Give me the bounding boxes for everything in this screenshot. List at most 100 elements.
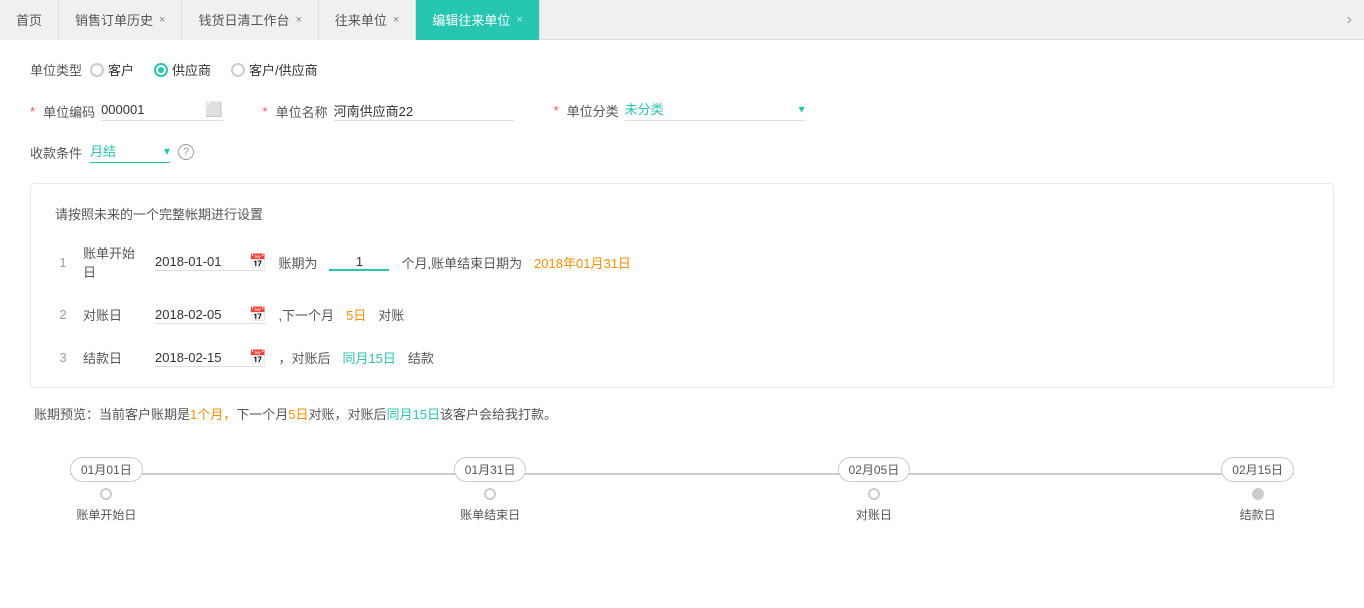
period-month-input[interactable] bbox=[329, 254, 389, 271]
payment-condition-select[interactable]: 月结 ▾ bbox=[90, 141, 170, 163]
tl-label-1: 账单开始日 bbox=[76, 506, 136, 523]
timeline-point-1: 01月01日 账单开始日 bbox=[70, 457, 143, 523]
unit-type-row: 单位类型 客户 供应商 客户/供应商 bbox=[30, 60, 1334, 79]
period-desc-3b: 结款 bbox=[408, 348, 434, 367]
period-row-1: 1 账单开始日 📅 账期为 个月,账单结束日期为 2018年01月31日 bbox=[55, 243, 1309, 281]
tl-badge-3: 02月05日 bbox=[838, 457, 911, 482]
tab-home[interactable]: 首页 bbox=[0, 0, 59, 40]
payment-condition-row: 收款条件 月结 ▾ ? bbox=[30, 141, 1334, 163]
period-desc-2a: ,下一个月 bbox=[278, 305, 334, 324]
unit-name-input[interactable] bbox=[334, 103, 514, 118]
tabs-bar: 首页 销售订单历史 × 钱货日清工作台 × 往来单位 × 编辑往来单位 × › bbox=[0, 0, 1364, 40]
radio-customer-label: 客户 bbox=[108, 60, 134, 79]
tl-label-2: 账单结束日 bbox=[460, 506, 520, 523]
period-end-date-1: 2018年01月31日 bbox=[534, 253, 631, 272]
preview-prefix: 账期预览：当前客户账期是 bbox=[34, 407, 190, 422]
unit-name-field bbox=[334, 103, 514, 121]
tab-cash-work-close[interactable]: × bbox=[295, 14, 301, 26]
preview-part2-highlight: 5日 bbox=[288, 407, 308, 422]
payment-condition-arrow-icon: ▾ bbox=[164, 144, 170, 158]
period-desc-1a: 账期为 bbox=[278, 253, 317, 272]
tab-edit-partner[interactable]: 编辑往来单位 × bbox=[416, 0, 539, 40]
tab-edit-partner-label: 编辑往来单位 bbox=[432, 10, 510, 29]
unit-name-star: * bbox=[263, 104, 268, 119]
period-date-input-2[interactable] bbox=[155, 307, 245, 322]
period-desc-2b: 对账 bbox=[378, 305, 404, 324]
preview-section: 账期预览：当前客户账期是1个月，下一个月5日对账，对账后同月15日该客户会给我打… bbox=[30, 404, 1334, 423]
tab-sales-history-close[interactable]: × bbox=[159, 14, 165, 26]
copy-icon[interactable]: ⬜ bbox=[205, 101, 222, 118]
period-date-input-1[interactable] bbox=[155, 254, 245, 269]
period-num-1: 1 bbox=[55, 255, 71, 270]
radio-customer-circle bbox=[90, 63, 104, 77]
period-num-2: 2 bbox=[55, 307, 71, 322]
period-desc-1b: 个月,账单结束日期为 bbox=[401, 253, 522, 272]
calendar-icon-2[interactable]: 📅 bbox=[249, 306, 266, 323]
period-instruction: 请按照未来的一个完整帐期进行设置 bbox=[55, 204, 1309, 223]
radio-customer[interactable]: 客户 bbox=[90, 60, 134, 79]
tabs-chevron-icon[interactable]: › bbox=[1335, 11, 1364, 29]
radio-both[interactable]: 客户/供应商 bbox=[231, 60, 318, 79]
period-label-1: 账单开始日 bbox=[83, 243, 143, 281]
tab-sales-history[interactable]: 销售订单历史 × bbox=[59, 0, 182, 40]
unit-category-arrow-icon: ▾ bbox=[799, 102, 805, 116]
period-date-2: 📅 bbox=[155, 306, 266, 324]
radio-supplier[interactable]: 供应商 bbox=[154, 60, 211, 79]
period-date-input-3[interactable] bbox=[155, 350, 245, 365]
unit-code-input[interactable] bbox=[101, 102, 201, 117]
tab-cash-work[interactable]: 钱货日清工作台 × bbox=[182, 0, 318, 40]
tl-date-4: 02月15日 bbox=[1232, 463, 1283, 477]
preview-part1: 1个月， bbox=[190, 407, 236, 422]
tl-dot-3 bbox=[868, 488, 880, 500]
help-icon[interactable]: ? bbox=[178, 144, 194, 160]
tl-badge-4: 02月15日 bbox=[1221, 457, 1294, 482]
tab-sales-history-label: 销售订单历史 bbox=[75, 10, 153, 29]
timeline-point-2: 01月31日 账单结束日 bbox=[454, 457, 527, 523]
unit-type-radio-group: 客户 供应商 客户/供应商 bbox=[90, 60, 318, 79]
unit-category-label: 单位分类 bbox=[567, 101, 619, 120]
preview-part3-highlight: 同月15日 bbox=[387, 407, 440, 422]
unit-code-field: ⬜ bbox=[101, 101, 222, 121]
tl-date-2: 01月31日 bbox=[465, 463, 516, 477]
tl-badge-2: 01月31日 bbox=[454, 457, 527, 482]
unit-category-value: 未分类 bbox=[625, 99, 795, 118]
period-label-3: 结款日 bbox=[83, 348, 143, 367]
period-row-3: 3 结款日 📅 ，对账后同月15日结款 bbox=[55, 348, 1309, 367]
tab-cash-work-label: 钱货日清工作台 bbox=[198, 10, 289, 29]
calendar-icon-3[interactable]: 📅 bbox=[249, 349, 266, 366]
tl-date-3: 02月05日 bbox=[849, 463, 900, 477]
tab-home-label: 首页 bbox=[16, 10, 42, 29]
payment-condition-value: 月结 bbox=[90, 141, 160, 160]
tab-partner-units-close[interactable]: × bbox=[393, 14, 399, 26]
radio-supplier-label: 供应商 bbox=[172, 60, 211, 79]
calendar-icon-1[interactable]: 📅 bbox=[249, 253, 266, 270]
tl-label-3: 对账日 bbox=[856, 506, 892, 523]
unit-fields-row: * 单位编码 ⬜ * 单位名称 * 单位分类 未分类 ▾ bbox=[30, 99, 1334, 121]
period-desc-3a: ，对账后 bbox=[278, 348, 330, 367]
tab-partner-units-label: 往来单位 bbox=[335, 10, 387, 29]
page-content: 单位类型 客户 供应商 客户/供应商 * 单位编码 ⬜ bbox=[0, 40, 1364, 608]
period-highlight-2: 5日 bbox=[346, 305, 366, 324]
period-highlight-3: 同月15日 bbox=[342, 348, 395, 367]
unit-code-label: 单位编码 bbox=[43, 102, 95, 121]
tl-badge-1: 01月01日 bbox=[70, 457, 143, 482]
tl-dot-1 bbox=[100, 488, 112, 500]
preview-suffix: 该客户会给我打款。 bbox=[440, 407, 557, 422]
unit-code-star: * bbox=[30, 104, 35, 119]
unit-category-select[interactable]: 未分类 ▾ bbox=[625, 99, 805, 121]
tl-label-4: 结款日 bbox=[1240, 506, 1276, 523]
unit-category-star: * bbox=[554, 103, 559, 118]
tab-edit-partner-close[interactable]: × bbox=[516, 14, 522, 26]
period-date-1: 📅 bbox=[155, 253, 266, 271]
period-label-2: 对账日 bbox=[83, 305, 143, 324]
tab-partner-units[interactable]: 往来单位 × bbox=[319, 0, 416, 40]
timeline-point-3: 02月05日 对账日 bbox=[838, 457, 911, 523]
period-settings-box: 请按照未来的一个完整帐期进行设置 1 账单开始日 📅 账期为 个月,账单结束日期… bbox=[30, 183, 1334, 388]
period-row-2: 2 对账日 📅 ,下一个月 5日对账 bbox=[55, 305, 1309, 324]
timeline: 01月01日 账单开始日 01月31日 账单结束日 02月05日 bbox=[30, 447, 1334, 523]
payment-condition-label: 收款条件 bbox=[30, 143, 82, 162]
preview-part3-text: 对账，对账后 bbox=[309, 407, 387, 422]
period-date-3: 📅 bbox=[155, 349, 266, 367]
period-num-3: 3 bbox=[55, 350, 71, 365]
unit-type-label: 单位类型 bbox=[30, 60, 82, 79]
